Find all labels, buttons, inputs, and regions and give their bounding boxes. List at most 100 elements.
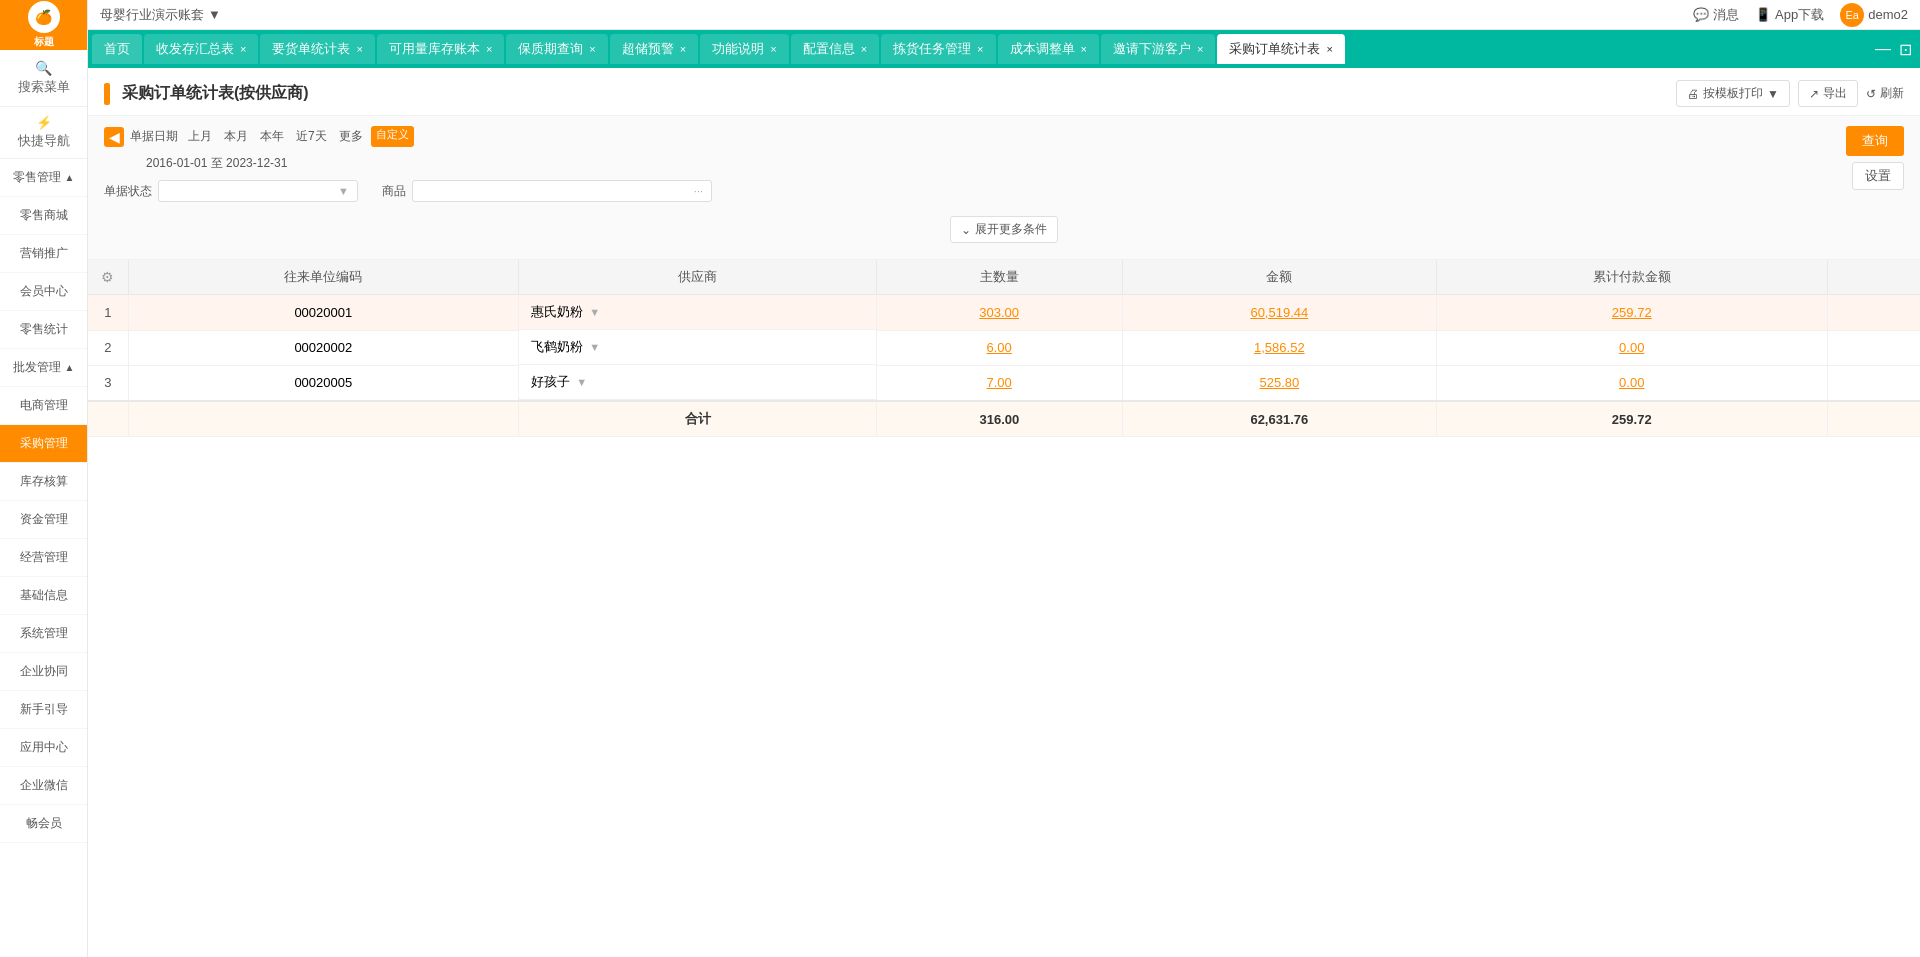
- tab-gongnengshuoming[interactable]: 功能说明 ×: [700, 34, 788, 64]
- row-main-qty[interactable]: 7.00: [877, 365, 1123, 401]
- col-header-amount: 金额: [1122, 260, 1436, 295]
- date-btn-more[interactable]: 更多: [335, 126, 367, 147]
- sidebar-item-inventory[interactable]: 库存核算: [0, 463, 87, 501]
- row-main-qty[interactable]: 303.00: [877, 295, 1123, 331]
- sidebar-item-label-enterprise: 企业协同: [20, 663, 68, 680]
- search-menu-button[interactable]: 🔍 搜索菜单: [8, 56, 79, 100]
- close-icon-11[interactable]: ×: [1326, 43, 1332, 55]
- message-button[interactable]: 💬 消息: [1693, 6, 1739, 24]
- row-main-qty[interactable]: 6.00: [877, 330, 1123, 365]
- tab-yaohuo[interactable]: 要货单统计表 ×: [260, 34, 374, 64]
- sidebar-item-retail[interactable]: 零售管理 ▲: [0, 159, 87, 197]
- sidebar-item-ecommerce[interactable]: 电商管理: [0, 387, 87, 425]
- footer-label: 合计: [519, 401, 877, 437]
- tab-caigou[interactable]: 采购订单统计表 ×: [1217, 34, 1344, 64]
- sidebar-item-newbie[interactable]: 新手引导: [0, 691, 87, 729]
- tab-maximize-button[interactable]: ⊡: [1899, 40, 1912, 59]
- print-button[interactable]: 🖨 按模板打印 ▼: [1676, 80, 1790, 107]
- row-empty: [1827, 295, 1920, 331]
- sidebar-item-ops[interactable]: 经营管理: [0, 539, 87, 577]
- tab-peizhixinxi[interactable]: 配置信息 ×: [791, 34, 879, 64]
- close-icon-3[interactable]: ×: [486, 43, 492, 55]
- row-amount[interactable]: 1,586.52: [1122, 330, 1436, 365]
- close-icon-10[interactable]: ×: [1197, 43, 1203, 55]
- date-range-display: 2016-01-01 至 2023-12-31: [146, 156, 287, 170]
- sidebar-nav: 零售管理 ▲ 零售商城 营销推广 会员中心 零售统计 批发管理 ▲ 电商管理 采…: [0, 159, 87, 957]
- supplier-dropdown-icon[interactable]: ▼: [589, 341, 600, 353]
- sidebar-item-wechat[interactable]: 企业微信: [0, 767, 87, 805]
- date-btn-this-year[interactable]: 本年: [256, 126, 288, 147]
- row-amount[interactable]: 525.80: [1122, 365, 1436, 401]
- filter-action-col: 查询 设置: [1830, 126, 1904, 190]
- supplier-dropdown-icon[interactable]: ▼: [576, 376, 587, 388]
- settings-button[interactable]: 设置: [1852, 162, 1904, 190]
- tab-chaochuyujing[interactable]: 超储预警 ×: [610, 34, 698, 64]
- tab-yaoqingxiayouke[interactable]: 邀请下游客户 ×: [1101, 34, 1215, 64]
- sidebar-item-label-appstore: 应用中心: [20, 739, 68, 756]
- col-header-supplier: 供应商: [519, 260, 877, 295]
- refresh-icon: ↺: [1866, 87, 1876, 101]
- sidebar-item-enterprise[interactable]: 企业协同: [0, 653, 87, 691]
- refresh-button[interactable]: ↺ 刷新: [1866, 85, 1904, 102]
- gear-icon[interactable]: ⚙: [101, 269, 114, 285]
- tab-keyongliang[interactable]: 可用量库存账本 ×: [377, 34, 504, 64]
- export-button[interactable]: ↗ 导出: [1798, 80, 1858, 107]
- footer-main-qty: 316.00: [877, 401, 1123, 437]
- supplier-name: 好孩子: [531, 373, 570, 391]
- sidebar: 🍊 标题 🔍 搜索菜单 ⚡ 快捷导航 零售管理 ▲ 零售商城 营销推广 会员中心: [0, 0, 88, 957]
- close-icon-5[interactable]: ×: [680, 43, 686, 55]
- sidebar-item-wholesale[interactable]: 批发管理 ▲: [0, 349, 87, 387]
- tab-caigou-label: 采购订单统计表: [1229, 40, 1320, 58]
- date-custom-badge[interactable]: 自定义: [371, 126, 414, 147]
- close-icon-1[interactable]: ×: [240, 43, 246, 55]
- close-icon-7[interactable]: ×: [861, 43, 867, 55]
- date-btn-7days[interactable]: 近7天: [292, 126, 331, 147]
- sidebar-item-capital[interactable]: 资金管理: [0, 501, 87, 539]
- workspace-selector[interactable]: 母婴行业演示账套 ▼: [100, 6, 221, 24]
- filter-goods-block: 商品 ···: [382, 180, 712, 202]
- supplier-name: 飞鹤奶粉: [531, 338, 583, 356]
- tab-shoufahuizong[interactable]: 收发存汇总表 ×: [144, 34, 258, 64]
- filter-collapse-button[interactable]: ◀: [104, 127, 124, 147]
- date-btn-last-month[interactable]: 上月: [184, 126, 216, 147]
- tab-minimize-button[interactable]: —: [1875, 40, 1891, 58]
- supplier-dropdown-icon[interactable]: ▼: [589, 306, 600, 318]
- tab-paihuorenwu[interactable]: 拣货任务管理 ×: [881, 34, 995, 64]
- sidebar-item-retail-shop[interactable]: 零售商城: [0, 197, 87, 235]
- row-amount[interactable]: 60,519.44: [1122, 295, 1436, 331]
- sidebar-item-marketing[interactable]: 营销推广: [0, 235, 87, 273]
- close-icon-8[interactable]: ×: [977, 43, 983, 55]
- close-icon-2[interactable]: ×: [356, 43, 362, 55]
- sidebar-item-basic[interactable]: 基础信息: [0, 577, 87, 615]
- close-icon-9[interactable]: ×: [1081, 43, 1087, 55]
- sidebar-item-label-member: 会员中心: [20, 283, 68, 300]
- sidebar-item-purchase[interactable]: 采购管理: [0, 425, 87, 463]
- tab-baobaoqi[interactable]: 保质期查询 ×: [506, 34, 607, 64]
- expand-filters-button[interactable]: ⌄ 展开更多条件: [950, 216, 1058, 243]
- close-icon-4[interactable]: ×: [589, 43, 595, 55]
- sidebar-item-member2[interactable]: 畅会员: [0, 805, 87, 843]
- tab-home[interactable]: 首页: [92, 34, 142, 64]
- table-row: 2 00020002 飞鹤奶粉 ▼ 6.00 1,586.52 0.00: [88, 330, 1920, 365]
- sidebar-item-member[interactable]: 会员中心: [0, 273, 87, 311]
- app-download-button[interactable]: 📱 App下载: [1755, 6, 1824, 24]
- filter-second-row: 单据状态 ▼ 商品 ···: [104, 180, 1830, 202]
- date-btn-this-month[interactable]: 本月: [220, 126, 252, 147]
- footer-empty-2: [128, 401, 519, 437]
- row-paid[interactable]: 0.00: [1436, 365, 1827, 401]
- sidebar-item-appstore[interactable]: 应用中心: [0, 729, 87, 767]
- row-paid[interactable]: 259.72: [1436, 295, 1827, 331]
- sidebar-item-retail-stats[interactable]: 零售统计: [0, 311, 87, 349]
- sidebar-item-label-retail: 零售管理: [13, 169, 61, 186]
- row-unit-code: 00020002: [128, 330, 519, 365]
- user-menu[interactable]: Ea demo2: [1840, 3, 1908, 27]
- close-icon-6[interactable]: ×: [770, 43, 776, 55]
- quick-nav-button[interactable]: ⚡ 快捷导航: [8, 111, 79, 154]
- tab-chengbendiaozheng[interactable]: 成本调整单 ×: [998, 34, 1099, 64]
- sidebar-item-system[interactable]: 系统管理: [0, 615, 87, 653]
- row-supplier: 好孩子 ▼: [519, 365, 876, 400]
- row-paid[interactable]: 0.00: [1436, 330, 1827, 365]
- status-select-wrapper: ▼: [158, 180, 358, 202]
- query-button[interactable]: 查询: [1846, 126, 1904, 156]
- date-display-row: 2016-01-01 至 2023-12-31: [104, 155, 1830, 172]
